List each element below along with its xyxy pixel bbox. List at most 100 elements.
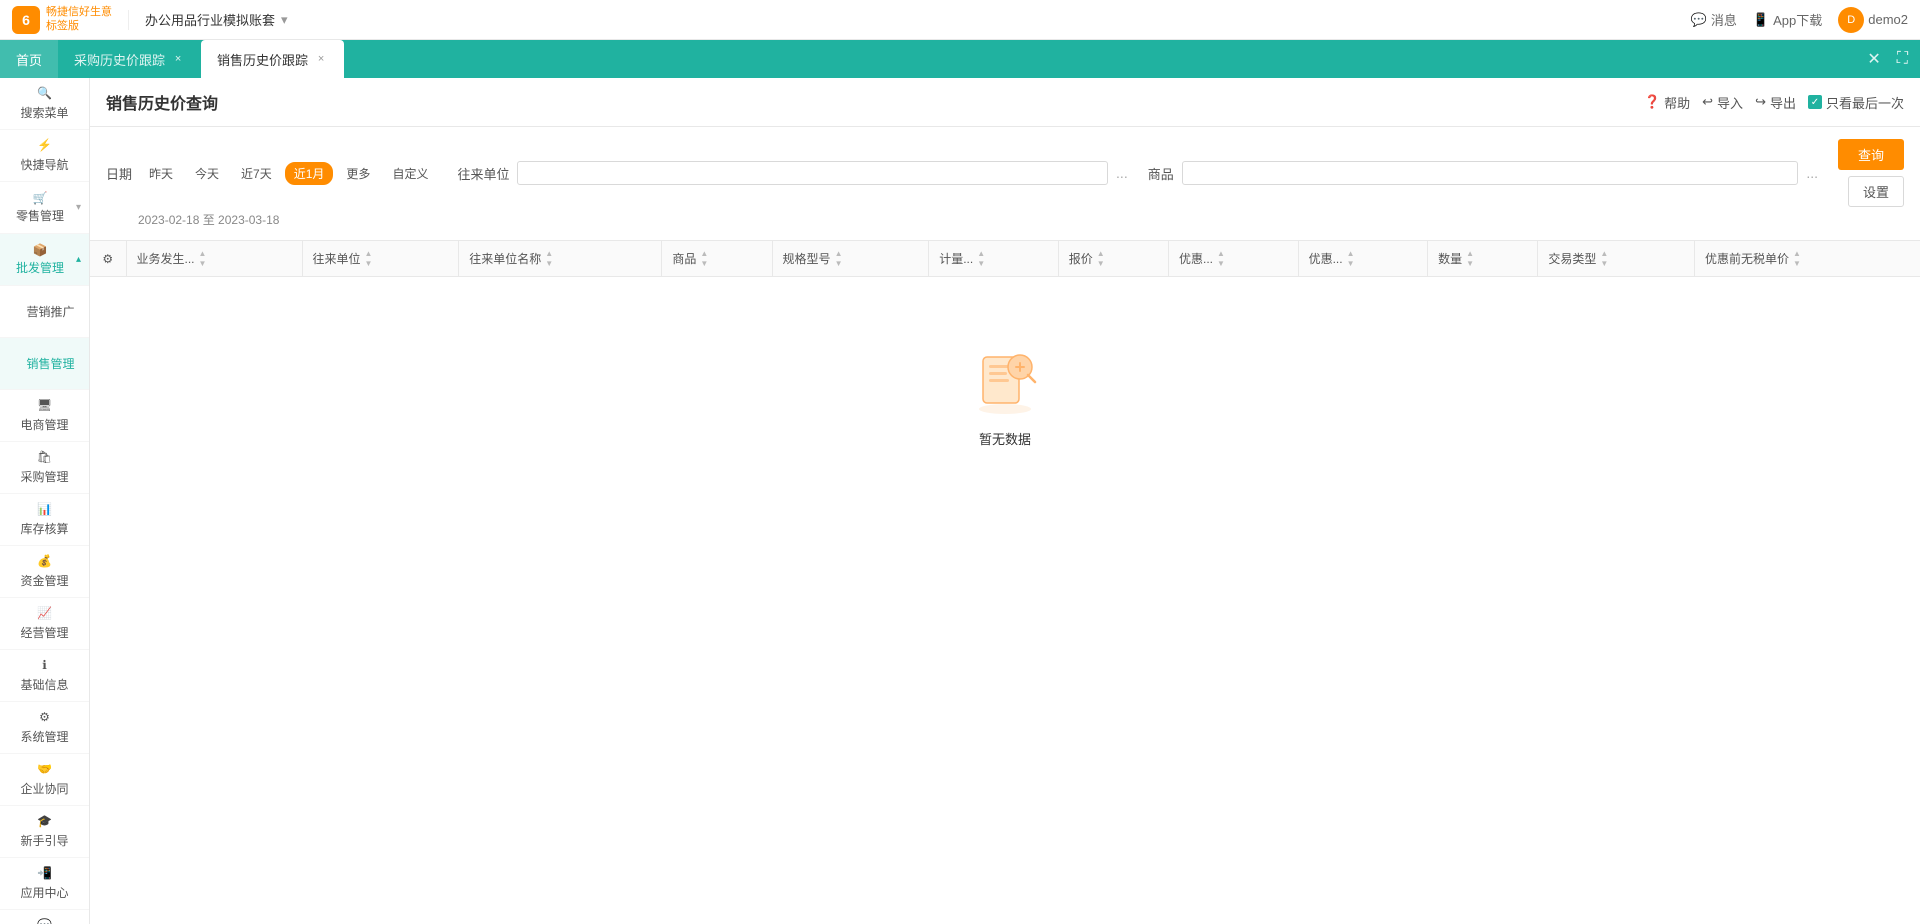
product-dots[interactable]: ... [1806,165,1818,181]
th-discount1[interactable]: 优惠... ▲▼ [1169,241,1299,277]
partner-input[interactable] [517,161,1108,185]
logo-icon: 6 [12,6,40,34]
date-label: 日期 [106,164,132,183]
import-label: 导入 [1717,93,1743,112]
page-content: 销售历史价查询 ❓ 帮助 ↩ 导入 ↪ 导出 ✓ [90,78,1920,924]
filter-actions: 查询 设置 [1838,139,1904,207]
sidebar-item-marketing[interactable]: 营销推广 [0,286,89,338]
th-partner-code[interactable]: 往来单位 ▲▼ [302,241,459,277]
date-btn-more[interactable]: 更多 [337,162,379,185]
top-bar-right: 💬 消息 📱 App下载 D demo2 [1691,7,1908,33]
tab-purchase[interactable]: 采购历史价跟踪 × [58,40,201,78]
sort-arrows-quote: ▲▼ [1097,249,1105,268]
settings-button[interactable]: 设置 [1848,176,1904,207]
message-btn[interactable]: 💬 消息 [1691,10,1737,29]
sidebar-item-system[interactable]: ⚙ 系统管理 [0,702,89,754]
th-quote[interactable]: 报价 ▲▼ [1058,241,1168,277]
product-label: 商品 [1148,164,1174,183]
workspace-area[interactable]: 办公用品行业模拟账套 ▾ [145,10,288,29]
sidebar-item-collab[interactable]: 🤝 企业协同 [0,754,89,806]
date-buttons: 昨天 今天 近7天 近1月 更多 自定义 [140,162,437,185]
th-spec[interactable]: 规格型号 ▲▼ [772,241,929,277]
tab-sales-label: 销售历史价跟踪 [217,50,308,69]
date-range-text: 2023-02-18 至 2023-03-18 [138,213,279,227]
tab-home-label: 首页 [16,50,42,69]
message-label: 消息 [1711,10,1737,29]
date-btn-1month[interactable]: 近1月 [285,162,334,185]
sidebar-item-search[interactable]: 🔍 搜索菜单 [0,78,89,130]
th-unit[interactable]: 计量... ▲▼ [929,241,1059,277]
only-last-checkbox[interactable]: ✓ 只看最后一次 [1808,93,1904,112]
only-last-label: 只看最后一次 [1826,93,1904,112]
user-area[interactable]: D demo2 [1838,7,1908,33]
sidebar-item-guide[interactable]: 🎓 新手引导 [0,806,89,858]
date-btn-yesterday[interactable]: 昨天 [140,162,182,185]
sidebar-item-retail[interactable]: 🛒 零售管理 ▾ [0,182,89,234]
date-range-display: 2023-02-18 至 2023-03-18 [134,211,1904,228]
page-title: 销售历史价查询 [106,90,218,114]
product-filter-group: 商品 ... [1148,161,1818,185]
sort-arrows-product: ▲▼ [700,249,708,268]
app-icon: 📲 [37,866,52,880]
sidebar-item-ecommerce-label: 电商管理 [20,416,68,433]
import-btn[interactable]: ↩ 导入 [1702,93,1743,112]
th-quantity[interactable]: 数量 ▲▼ [1428,241,1538,277]
date-btn-today[interactable]: 今天 [186,162,228,185]
retail-arrow-icon: ▾ [76,202,81,213]
sidebar-item-nav[interactable]: ⚡ 快捷导航 [0,130,89,182]
workspace-dropdown-icon[interactable]: ▾ [281,12,288,28]
main-layout: 🔍 搜索菜单 ⚡ 快捷导航 🛒 零售管理 ▾ 📦 批发管理 ▴ 营销推广 销售管… [0,78,1920,924]
partner-label: 往来单位 [457,164,509,183]
tab-sales[interactable]: 销售历史价跟踪 × [201,40,344,78]
export-btn[interactable]: ↪ 导出 [1755,93,1796,112]
empty-state: 暂无数据 [90,277,1920,508]
sort-arrows-discount1: ▲▼ [1217,249,1225,268]
product-input[interactable] [1182,161,1799,185]
th-partner-name[interactable]: 往来单位名称 ▲▼ [459,241,662,277]
th-no-tax-price[interactable]: 优惠前无税单价 ▲▼ [1695,241,1920,277]
th-gear[interactable]: ⚙ [90,241,126,277]
tab-purchase-close[interactable]: × [171,52,185,66]
message-icon: 💬 [1691,12,1707,28]
checkbox-icon: ✓ [1808,95,1822,109]
download-btn[interactable]: 📱 App下载 [1753,10,1822,29]
sidebar-item-wholesale[interactable]: 📦 批发管理 ▴ [0,234,89,286]
query-button[interactable]: 查询 [1838,139,1904,170]
tab-sales-close[interactable]: × [314,52,328,66]
th-trade-type[interactable]: 交易类型 ▲▼ [1538,241,1695,277]
divider [128,10,129,30]
sidebar-item-enterprise-wechat[interactable]: 💬 企业微信 [0,910,89,924]
sidebar-item-purchase-label: 采购管理 [20,468,68,485]
partner-dots[interactable]: ... [1116,165,1128,181]
th-biz-date[interactable]: 业务发生... ▲▼ [126,241,302,277]
sidebar-item-sales-label: 销售管理 [26,355,74,372]
sidebar-item-operation[interactable]: 📈 经营管理 [0,598,89,650]
sidebar-item-ecommerce[interactable]: 🖥 电商管理 [0,390,89,442]
purchase-icon: 🛍 [37,450,52,464]
sidebar-item-finance[interactable]: 💰 资金管理 [0,546,89,598]
tab-home[interactable]: 首页 [0,40,58,78]
date-btn-custom[interactable]: 自定义 [383,162,437,185]
sidebar-item-purchase[interactable]: 🛍 采购管理 [0,442,89,494]
sidebar-item-sales-mgmt[interactable]: 销售管理 [0,338,89,390]
sidebar-item-retail-label: 零售管理 [16,207,64,224]
sidebar-item-appstore[interactable]: 📲 应用中心 [0,858,89,910]
tab-maximize-icon[interactable]: ⛶ [1893,46,1912,72]
page-header: 销售历史价查询 ❓ 帮助 ↩ 导入 ↪ 导出 ✓ [90,78,1920,127]
sidebar-item-inventory[interactable]: 📊 库存核算 [0,494,89,546]
table-header: ⚙ 业务发生... ▲▼ 往来单位 [90,241,1920,277]
th-product[interactable]: 商品 ▲▼ [662,241,772,277]
sidebar-item-guide-label: 新手引导 [20,832,68,849]
export-label: 导出 [1770,93,1796,112]
ecommerce-icon: 🖥 [37,398,52,412]
nav-icon: ⚡ [37,138,52,152]
filter-area: 日期 昨天 今天 近7天 近1月 更多 自定义 往来单位 [90,127,1920,241]
date-btn-7days[interactable]: 近7天 [232,162,281,185]
sidebar-item-basic[interactable]: ℹ 基础信息 [0,650,89,702]
sort-arrows-partner-name: ▲▼ [545,249,553,268]
tab-bar-right: ✕ ⛶ [1863,45,1920,73]
gear-icon: ⚙ [102,252,113,266]
tab-close-all-icon[interactable]: ✕ [1863,45,1884,73]
help-btn[interactable]: ❓ 帮助 [1644,93,1690,112]
th-discount2[interactable]: 优惠... ▲▼ [1298,241,1428,277]
